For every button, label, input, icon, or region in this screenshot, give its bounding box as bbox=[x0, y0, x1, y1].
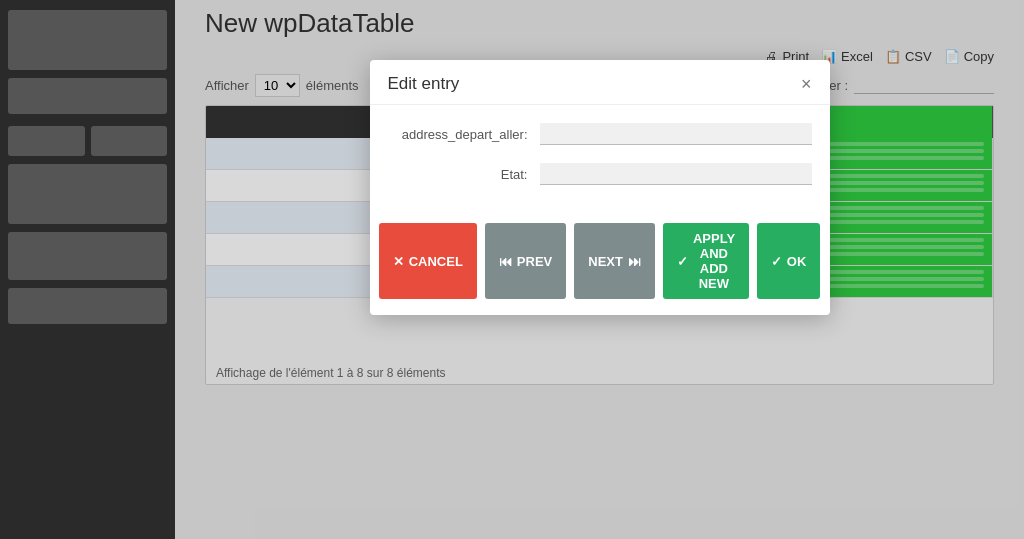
cancel-label: CANCEL bbox=[409, 254, 463, 269]
prev-button[interactable]: ⏮ PREV bbox=[485, 223, 566, 299]
ok-check-icon: ✓ bbox=[771, 254, 782, 269]
field1-label: address_depart_aller: bbox=[388, 127, 528, 142]
apply-label: APPLY AND ADD NEW bbox=[693, 231, 735, 291]
modal-body: address_depart_aller: Etat: bbox=[370, 105, 830, 213]
apply-check-icon: ✓ bbox=[677, 254, 688, 269]
field1-input[interactable] bbox=[540, 123, 812, 145]
sidebar bbox=[0, 0, 175, 539]
edit-entry-modal: Edit entry × address_depart_aller: Etat:… bbox=[370, 60, 830, 315]
prev-label: PREV bbox=[517, 254, 552, 269]
form-row-address: address_depart_aller: bbox=[388, 123, 812, 145]
next-icon: ⏭ bbox=[628, 254, 641, 269]
next-label: NEXT bbox=[588, 254, 623, 269]
sidebar-block-7 bbox=[8, 288, 167, 324]
modal-footer: ✕ CANCEL ⏮ PREV NEXT ⏭ ✓ APPLY AND ADD N… bbox=[370, 213, 830, 315]
apply-button[interactable]: ✓ APPLY AND ADD NEW bbox=[663, 223, 749, 299]
field2-input[interactable] bbox=[540, 163, 812, 185]
next-button[interactable]: NEXT ⏭ bbox=[574, 223, 655, 299]
field2-label: Etat: bbox=[388, 167, 528, 182]
sidebar-block-6 bbox=[8, 232, 167, 280]
sidebar-block-5 bbox=[8, 164, 167, 224]
cancel-x-icon: ✕ bbox=[393, 254, 404, 269]
sidebar-block-2 bbox=[8, 78, 167, 114]
sidebar-block-4 bbox=[91, 126, 168, 156]
modal-header: Edit entry × bbox=[370, 60, 830, 105]
modal-title: Edit entry bbox=[388, 74, 460, 94]
sidebar-block-1 bbox=[8, 10, 167, 70]
form-row-etat: Etat: bbox=[388, 163, 812, 185]
main-content: New wpDataTable 🖨 Print 📊 Excel 📋 CSV 📄 … bbox=[175, 0, 1024, 539]
modal-overlay: Edit entry × address_depart_aller: Etat:… bbox=[175, 0, 1024, 539]
modal-close-button[interactable]: × bbox=[801, 75, 812, 93]
prev-icon: ⏮ bbox=[499, 254, 512, 269]
cancel-button[interactable]: ✕ CANCEL bbox=[379, 223, 477, 299]
ok-button[interactable]: ✓ OK bbox=[757, 223, 821, 299]
ok-label: OK bbox=[787, 254, 807, 269]
sidebar-block-3 bbox=[8, 126, 85, 156]
sidebar-block-row-1 bbox=[8, 126, 167, 156]
